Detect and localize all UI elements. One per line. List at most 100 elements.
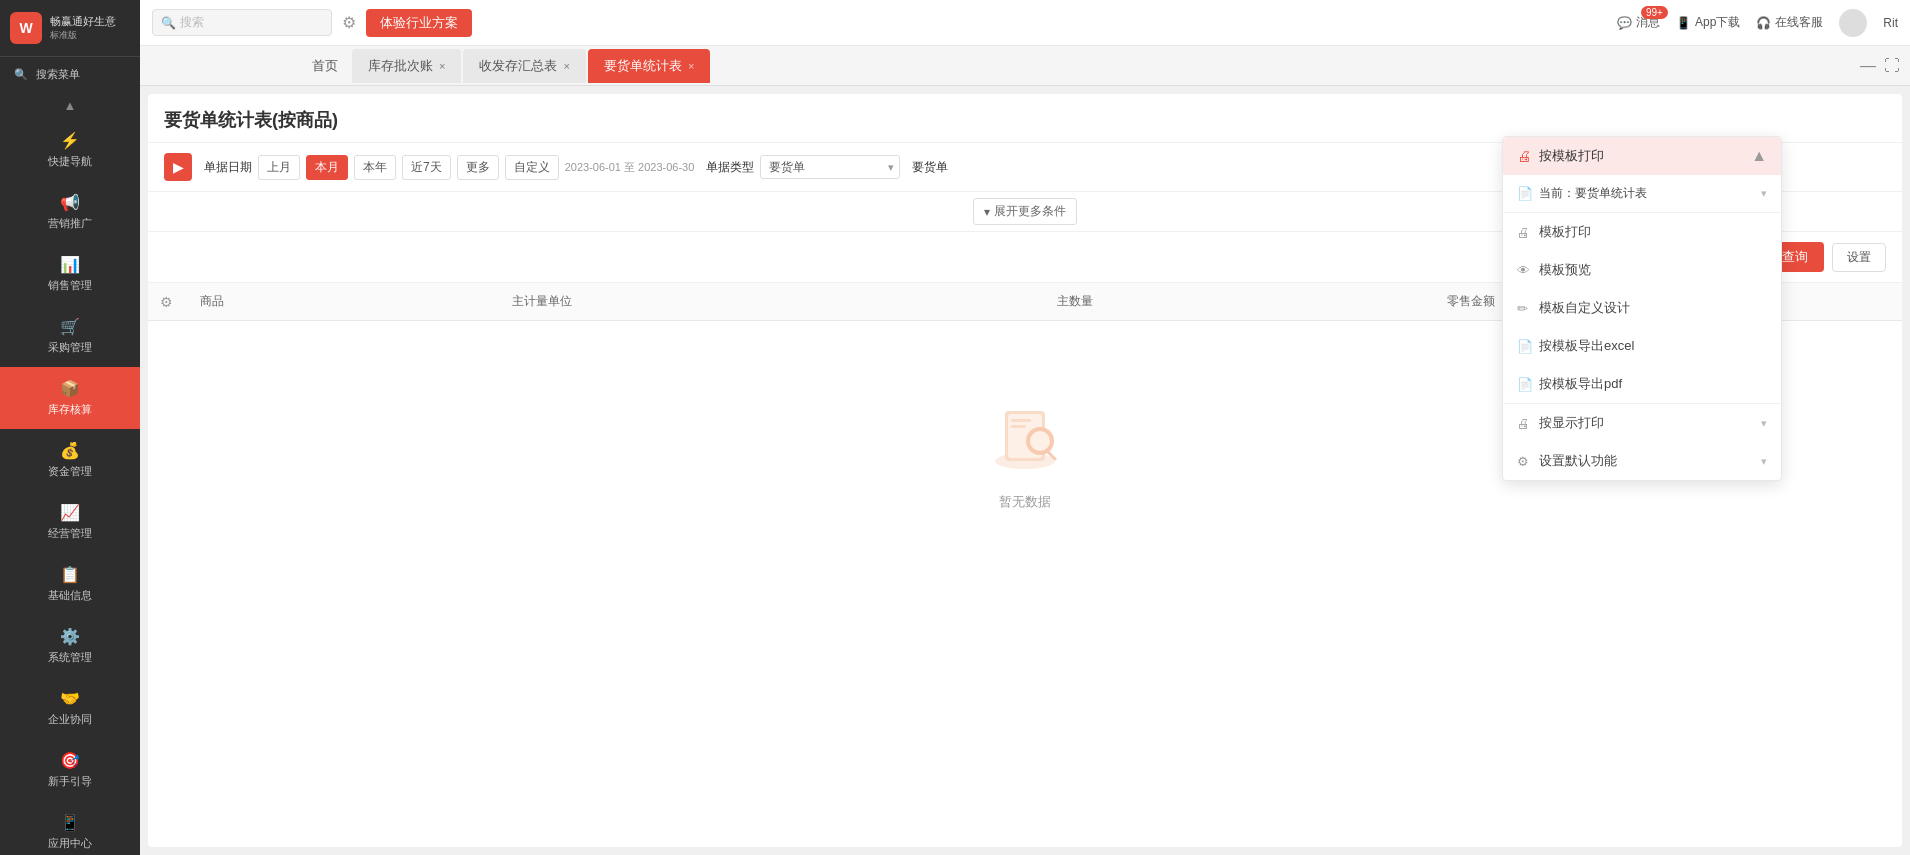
sidebar-item-inventory[interactable]: 📦 库存核算: [0, 367, 140, 429]
tab-receipt-summary[interactable]: 收发存汇总表 ×: [463, 49, 585, 83]
date-btn-more[interactable]: 更多: [457, 155, 499, 180]
sidebar-system-label: 系统管理: [48, 650, 92, 665]
dropdown-current-item[interactable]: 📄 当前：要货单统计表 ▾: [1503, 175, 1781, 212]
app-download-action[interactable]: 📱 App下载: [1676, 14, 1740, 31]
sidebar-item-app-center[interactable]: 📱 应用中心: [0, 801, 140, 855]
trial-button[interactable]: 体验行业方案: [366, 9, 472, 37]
dropdown-item-set-default[interactable]: ⚙ 设置默认功能 ▾: [1503, 442, 1781, 480]
expand-more-button[interactable]: ▾ 展开更多条件: [973, 198, 1077, 225]
dropdown-current-label: 当前：要货单统计表: [1539, 185, 1647, 202]
sidebar-item-system[interactable]: ⚙️ 系统管理: [0, 615, 140, 677]
headset-icon: 🎧: [1756, 16, 1771, 30]
logo-icon: W: [10, 12, 42, 44]
display-print-label: 按显示打印: [1539, 414, 1604, 432]
order-type-filter-label: 要货单: [912, 159, 948, 176]
dropdown-item-template-print[interactable]: 🖨 模板打印: [1503, 213, 1781, 251]
sidebar-item-newbie[interactable]: 🎯 新手引导: [0, 739, 140, 801]
tab-order-summary[interactable]: 要货单统计表 ×: [588, 49, 710, 83]
sidebar-scroll-up[interactable]: ▲: [0, 92, 140, 119]
tab-batch-account-close[interactable]: ×: [439, 60, 445, 72]
current-arrow-icon: ▾: [1761, 187, 1767, 200]
template-design-icon: ✏: [1517, 301, 1528, 316]
sidebar-item-search[interactable]: 🔍 搜索菜单: [0, 57, 140, 92]
type-select-wrapper: 要货单: [760, 155, 900, 179]
sales-icon: 📊: [60, 255, 80, 274]
order-type-filter-group: 要货单: [912, 159, 948, 176]
date-btn-last-month[interactable]: 上月: [258, 155, 300, 180]
expand-icon: ▾: [984, 205, 990, 219]
tab-home[interactable]: 首页: [300, 49, 350, 83]
online-service-action[interactable]: 🎧 在线客服: [1756, 14, 1823, 31]
template-excel-label: 按模板导出excel: [1539, 337, 1634, 355]
template-pdf-label: 按模板导出pdf: [1539, 375, 1622, 393]
sidebar-item-sales[interactable]: 📊 销售管理: [0, 243, 140, 305]
newbie-icon: 🎯: [60, 751, 80, 770]
dropdown-menu: 🖨 按模板打印 ▲ 📄 当前：要货单统计表 ▾ 🖨 模板打印 👁 模板预览 ✏: [1502, 136, 1782, 481]
dropdown-item-display-print[interactable]: 🖨 按显示打印 ▾: [1503, 404, 1781, 442]
dropdown-close-button[interactable]: ▲: [1751, 147, 1767, 165]
template-design-label: 模板自定义设计: [1539, 299, 1630, 317]
sidebar-sales-label: 销售管理: [48, 278, 92, 293]
sidebar-item-operation[interactable]: 📈 经营管理: [0, 491, 140, 553]
tab-batch-account[interactable]: 库存批次账 ×: [352, 49, 461, 83]
set-default-icon: ⚙: [1517, 454, 1529, 469]
online-service-label: 在线客服: [1775, 14, 1823, 31]
topbar-actions: 💬 消息 99+ 📱 App下载 🎧 在线客服 Rit: [1617, 9, 1898, 37]
app-logo: W 畅赢通好生意 标准版: [0, 0, 140, 57]
sidebar-item-marketing[interactable]: 📢 营销推广: [0, 181, 140, 243]
date-filter-group: 单据日期 上月 本月 本年 近7天 更多 自定义 2023-06-01 至 20…: [204, 155, 694, 180]
sidebar-item-finance[interactable]: 💰 资金管理: [0, 429, 140, 491]
topbar-gear-icon[interactable]: ⚙: [342, 13, 356, 32]
col-header-unit: 主计量单位: [500, 283, 1045, 321]
app-download-label: App下载: [1695, 14, 1740, 31]
sidebar-quick-nav-label: 快捷导航: [48, 154, 92, 169]
sidebar-inventory-label: 库存核算: [48, 402, 92, 417]
minimize-icon[interactable]: —: [1860, 57, 1876, 75]
svg-point-4: [1030, 431, 1050, 451]
dropdown-header: 🖨 按模板打印 ▲: [1503, 137, 1781, 175]
app-name: 畅赢通好生意: [50, 14, 116, 29]
tab-receipt-summary-close[interactable]: ×: [563, 60, 569, 72]
message-icon: 💬: [1617, 16, 1632, 30]
app-center-icon: 📱: [60, 813, 80, 832]
sidebar-purchase-label: 采购管理: [48, 340, 92, 355]
type-filter-group: 单据类型 要货单: [706, 155, 900, 179]
date-btn-this-year[interactable]: 本年: [354, 155, 396, 180]
dropdown-item-template-excel[interactable]: 📄 按模板导出excel: [1503, 327, 1781, 365]
table-settings-icon[interactable]: ⚙: [160, 294, 173, 310]
date-btn-this-month[interactable]: 本月: [306, 155, 348, 180]
page-container: 要货单统计表(按商品) ▶ 单据日期 上月 本月 本年 近7天 更多 自定义 2…: [148, 94, 1902, 847]
tabbar: 首页 库存批次账 × 收发存汇总表 × 要货单统计表 × — ⛶: [140, 46, 1910, 86]
empty-state-text: 暂无数据: [999, 493, 1051, 511]
inventory-icon: 📦: [60, 379, 80, 398]
date-btn-custom[interactable]: 自定义: [505, 155, 559, 180]
search-icon: 🔍: [14, 68, 28, 81]
maximize-icon[interactable]: ⛶: [1884, 57, 1900, 75]
topbar-search-placeholder: 搜索: [180, 14, 204, 31]
dropdown-item-template-pdf[interactable]: 📄 按模板导出pdf: [1503, 365, 1781, 403]
sidebar: W 畅赢通好生意 标准版 🔍 搜索菜单 ▲ ⚡ 快捷导航 📢 营销推广 📊 销售…: [0, 0, 140, 855]
sidebar-item-purchase[interactable]: 🛒 采购管理: [0, 305, 140, 367]
dropdown-header-title: 🖨 按模板打印: [1517, 147, 1604, 165]
page-title: 要货单统计表(按商品): [164, 110, 338, 130]
sidebar-search-label: 搜索菜单: [36, 67, 80, 82]
type-select[interactable]: 要货单: [760, 155, 900, 179]
message-action[interactable]: 💬 消息 99+: [1617, 14, 1660, 31]
tab-batch-account-label: 库存批次账: [368, 57, 433, 75]
dropdown-item-template-preview[interactable]: 👁 模板预览: [1503, 251, 1781, 289]
template-print-label: 模板打印: [1539, 223, 1591, 241]
filter-expand-icon[interactable]: ▶: [164, 153, 192, 181]
sidebar-operation-label: 经营管理: [48, 526, 92, 541]
date-btn-7days[interactable]: 近7天: [402, 155, 451, 180]
message-badge: 99+: [1641, 6, 1668, 19]
template-preview-icon: 👁: [1517, 263, 1530, 278]
settings-button[interactable]: 设置: [1832, 243, 1886, 272]
tab-order-summary-close[interactable]: ×: [688, 60, 694, 72]
topbar-search[interactable]: 🔍 搜索: [152, 9, 332, 36]
dropdown-item-template-design[interactable]: ✏ 模板自定义设计: [1503, 289, 1781, 327]
sidebar-item-quick-nav[interactable]: ⚡ 快捷导航: [0, 119, 140, 181]
sidebar-item-basic[interactable]: 📋 基础信息: [0, 553, 140, 615]
sidebar-basic-label: 基础信息: [48, 588, 92, 603]
user-avatar[interactable]: [1839, 9, 1867, 37]
sidebar-item-enterprise[interactable]: 🤝 企业协同: [0, 677, 140, 739]
